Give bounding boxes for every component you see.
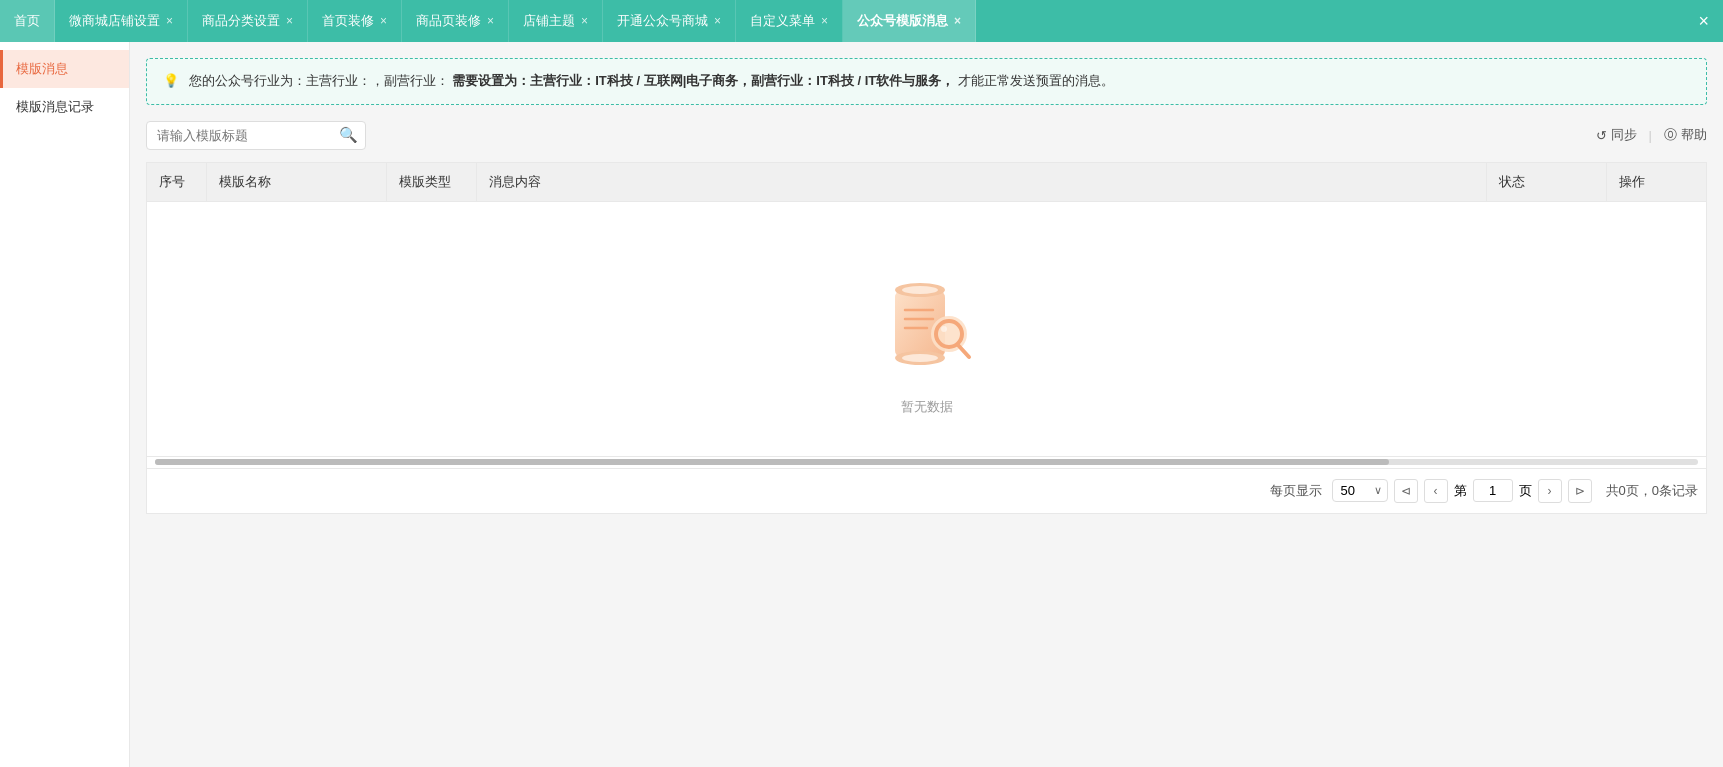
col-action: 操作 [1607, 162, 1707, 201]
col-content: 消息内容 [477, 162, 1487, 201]
col-type: 模版类型 [387, 162, 477, 201]
empty-text: 暂无数据 [147, 398, 1706, 416]
top-nav: 首页 微商城店铺设置 × 商品分类设置 × 首页装修 × 商品页装修 × 店铺主… [0, 0, 1723, 42]
search-input[interactable] [146, 121, 366, 150]
scrollbar-area[interactable] [146, 457, 1707, 469]
close-open-mall[interactable]: × [714, 14, 721, 28]
next-page-button[interactable]: › [1538, 479, 1562, 503]
svg-point-6 [902, 354, 938, 362]
page-unit: 页 [1519, 482, 1532, 500]
close-homepage-decor[interactable]: × [380, 14, 387, 28]
content-area: 💡 您的公众号行业为：主营行业：，副营行业： 需要设置为：主营行业：IT科技 /… [130, 42, 1723, 767]
toolbar-divider: | [1649, 128, 1652, 143]
scrollbar-track [155, 459, 1698, 465]
prev-page-button[interactable]: ‹ [1424, 479, 1448, 503]
nav-tab-home[interactable]: 首页 [0, 0, 55, 42]
nav-tab-open-mall[interactable]: 开通公众号商城 × [603, 0, 736, 42]
nav-tab-template-msg[interactable]: 公众号模版消息 × [843, 0, 976, 42]
empty-state: 暂无数据 [146, 202, 1707, 457]
close-product-decor[interactable]: × [487, 14, 494, 28]
help-icon: ⓪ [1664, 126, 1677, 144]
page-input[interactable] [1473, 479, 1513, 502]
help-button[interactable]: ⓪ 帮助 [1664, 126, 1707, 144]
alert-box: 💡 您的公众号行业为：主营行业：，副营行业： 需要设置为：主营行业：IT科技 /… [146, 58, 1707, 105]
empty-icon [867, 262, 987, 382]
total-info: 共0页，0条记录 [1606, 482, 1698, 500]
sync-icon: ↺ [1596, 128, 1607, 143]
nav-tab-wechat-shop[interactable]: 微商城店铺设置 × [55, 0, 188, 42]
svg-point-4 [902, 286, 938, 294]
page-size-select[interactable]: 50 10 20 100 [1332, 479, 1388, 502]
search-bar: 🔍 ↺ 同步 | ⓪ 帮助 [146, 121, 1707, 150]
pagination: 每页显示 50 10 20 100 ⊲ ‹ 第 页 › ⊳ 共0页，0条记录 [146, 469, 1707, 514]
nav-tab-category[interactable]: 商品分类设置 × [188, 0, 308, 42]
col-name: 模版名称 [207, 162, 387, 201]
sidebar-item-template-msg[interactable]: 模版消息 [0, 50, 129, 88]
page-label: 第 [1454, 482, 1467, 500]
nav-tab-product-decor[interactable]: 商品页装修 × [402, 0, 509, 42]
sidebar: 模版消息 模版消息记录 [0, 42, 130, 767]
close-shop-theme[interactable]: × [581, 14, 588, 28]
page-size-label: 每页显示 [1270, 482, 1322, 500]
svg-line-12 [958, 345, 969, 357]
data-table: 序号 模版名称 模版类型 消息内容 状态 操作 [146, 162, 1707, 202]
first-page-button[interactable]: ⊲ [1394, 479, 1418, 503]
search-input-wrap: 🔍 [146, 121, 366, 150]
sidebar-item-template-msg-log[interactable]: 模版消息记录 [0, 88, 129, 126]
table-header-row: 序号 模版名称 模版类型 消息内容 状态 操作 [147, 162, 1707, 201]
toolbar-right: ↺ 同步 | ⓪ 帮助 [1596, 126, 1707, 144]
lightbulb-icon: 💡 [163, 73, 179, 88]
nav-tab-homepage-decor[interactable]: 首页装修 × [308, 0, 402, 42]
close-custom-menu[interactable]: × [821, 14, 828, 28]
col-index: 序号 [147, 162, 207, 201]
sync-button[interactable]: ↺ 同步 [1596, 126, 1637, 144]
col-status: 状态 [1487, 162, 1607, 201]
svg-point-13 [941, 326, 947, 332]
nav-tab-shop-theme[interactable]: 店铺主题 × [509, 0, 603, 42]
scrollbar-thumb [155, 459, 1389, 465]
close-wechat-shop[interactable]: × [166, 14, 173, 28]
page-size-select-wrap: 50 10 20 100 [1332, 479, 1388, 502]
close-template-msg[interactable]: × [954, 14, 961, 28]
close-all-button[interactable]: × [1684, 0, 1723, 42]
close-category[interactable]: × [286, 14, 293, 28]
alert-highlight: 需要设置为：主营行业：IT科技 / 互联网|电子商务，副营行业：IT科技 / I… [452, 73, 954, 88]
nav-tab-custom-menu[interactable]: 自定义菜单 × [736, 0, 843, 42]
main-layout: 模版消息 模版消息记录 💡 您的公众号行业为：主营行业：，副营行业： 需要设置为… [0, 42, 1723, 767]
last-page-button[interactable]: ⊳ [1568, 479, 1592, 503]
search-icon[interactable]: 🔍 [339, 126, 358, 144]
